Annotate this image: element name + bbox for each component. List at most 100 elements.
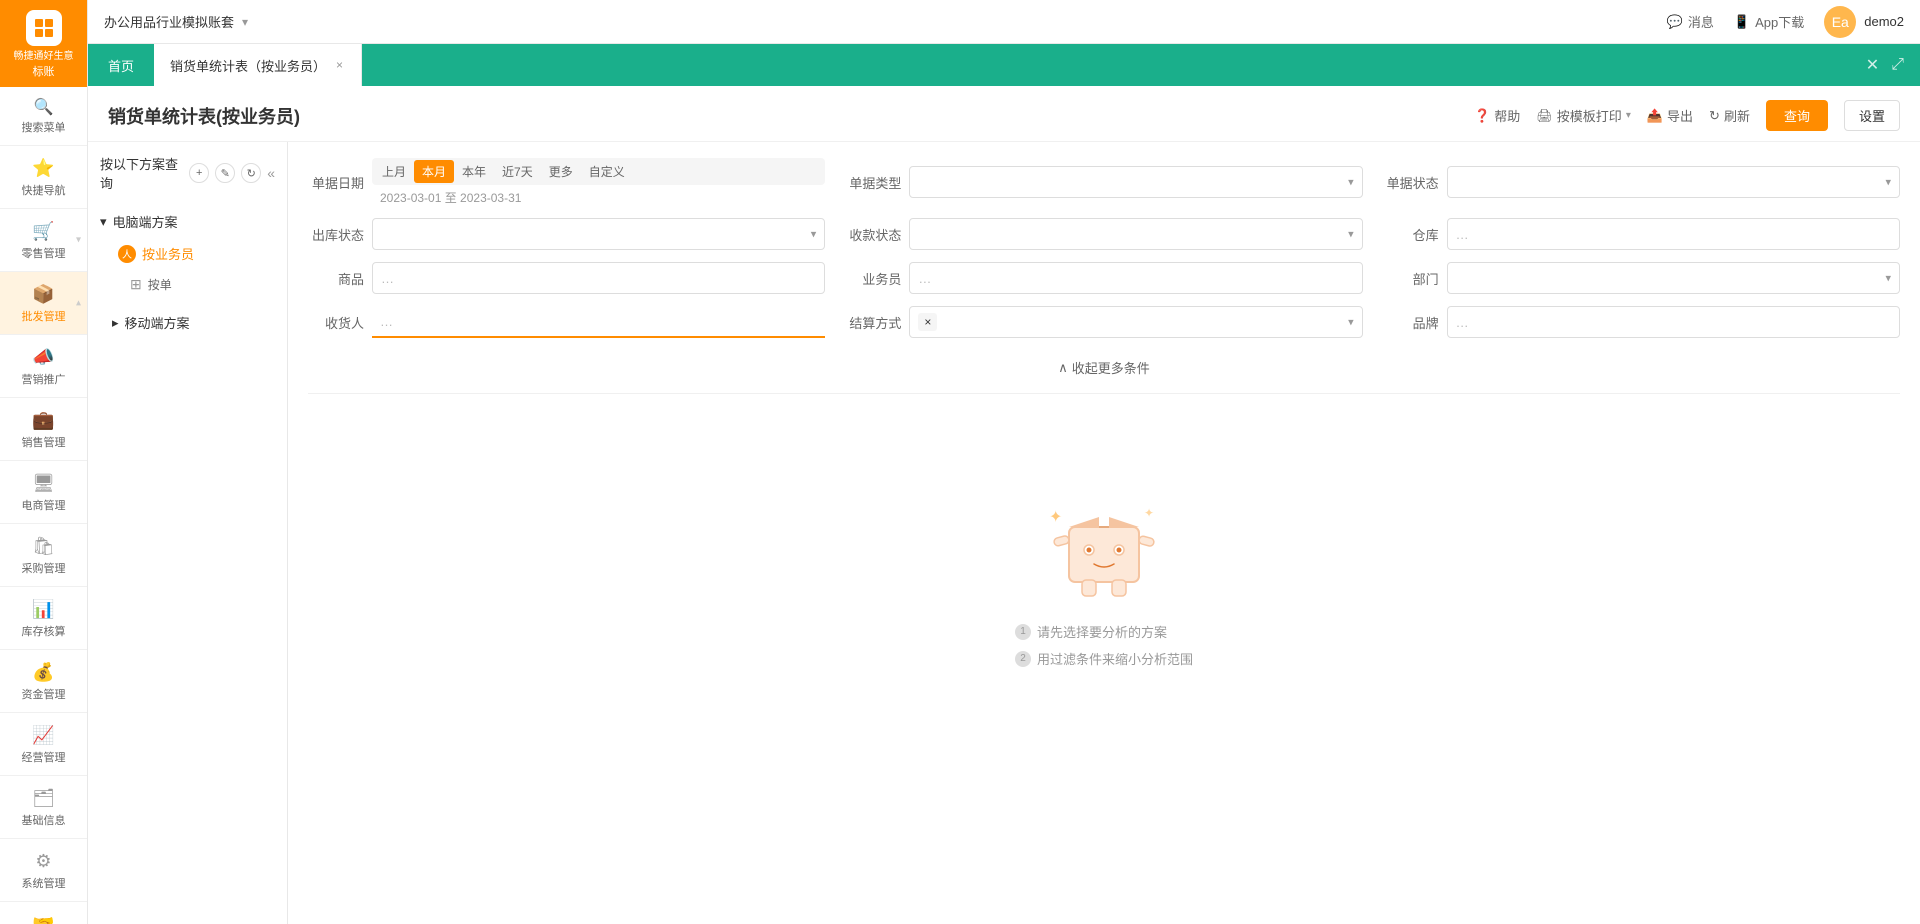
topbar-dropdown-icon[interactable]: ▾ — [242, 15, 248, 29]
sidebar-item-basics[interactable]: 🗂 基础信息 — [0, 776, 87, 839]
sidebar-item-system[interactable]: ⚙ 系统管理 — [0, 839, 87, 902]
filter-row-4: 收货人 … 结算方式 × ▾ — [308, 306, 1900, 338]
basics-icon: 🗂 — [32, 788, 55, 809]
hint-1-text: 请先选择要分析的方案 — [1037, 622, 1167, 641]
help-label: 帮助 — [1494, 106, 1520, 125]
message-btn[interactable]: 💬 消息 — [1667, 12, 1714, 31]
recipient-label: 收货人 — [308, 313, 364, 332]
collapse-more-conditions-btn[interactable]: ∧ 收起更多条件 — [308, 350, 1900, 385]
goods-label: 商品 — [308, 269, 364, 288]
filter-department: 部门 ▾ — [1383, 262, 1900, 294]
page-inner: 销货单统计表(按业务员) ❓ 帮助 🖨 按模板打印 ▾ 📤 导出 — [88, 86, 1920, 924]
app-download-btn[interactable]: 📱 App下载 — [1734, 12, 1804, 31]
retail-icon: 🛒 — [32, 221, 54, 242]
enterprise-icon: 🤝 — [32, 914, 54, 924]
svg-text:✦: ✦ — [1144, 506, 1154, 520]
filter-row-2: 出库状态 ▾ 收款状态 ▾ — [308, 218, 1900, 250]
sidebar-item-enterprise[interactable]: 🤝 企业协同 — [0, 902, 87, 924]
username-label: demo2 — [1864, 14, 1904, 29]
filter-recipient: 收货人 … — [308, 306, 825, 338]
tab-sales-stats[interactable]: 销货单统计表（按业务员） × — [154, 44, 362, 86]
sidebar-item-wholesale[interactable]: 📦 批发管理 ▴ — [0, 272, 87, 335]
sidebar-item-quick-nav[interactable]: ⭐ 快捷导航 — [0, 146, 87, 209]
system-icon: ⚙ — [35, 851, 51, 872]
sidebar: 畅捷通好生意 标账 🔍 搜索菜单 ⭐ 快捷导航 🛒 零售管理 ▾ 📦 批发管理 … — [0, 0, 88, 924]
mobile-scheme-group: ▸ 移动端方案 — [88, 303, 287, 342]
salesperson-label: 业务员 — [845, 269, 901, 288]
scheme-panel-header: 按以下方案查询 + ✎ ↻ « — [88, 154, 287, 202]
out-status-dropdown-icon: ▾ — [811, 228, 817, 241]
date-tab-custom[interactable]: 自定义 — [581, 160, 633, 183]
goods-input[interactable]: … — [372, 262, 825, 294]
date-tab-this-year[interactable]: 本年 — [454, 160, 494, 183]
tab-close-btn[interactable]: × — [334, 56, 345, 74]
app-download-icon: 📱 — [1734, 14, 1750, 30]
template-print-btn[interactable]: 🖨 按模板打印 ▾ — [1536, 106, 1631, 125]
refresh-btn[interactable]: ↻ 刷新 — [1709, 106, 1750, 125]
filter-row-1: 单据日期 上月 本月 本年 近7天 更多 自定义 20 — [308, 158, 1900, 206]
date-tab-this-month[interactable]: 本月 — [414, 160, 454, 183]
sidebar-item-marketing[interactable]: 📣 营销推广 — [0, 335, 87, 398]
sidebar-item-purchase[interactable]: 🛍 采购管理 — [0, 524, 87, 587]
query-btn[interactable]: 查询 — [1766, 100, 1828, 131]
wholesale-arrow-icon: ▴ — [76, 298, 81, 309]
message-icon: 💬 — [1667, 14, 1683, 30]
sidebar-item-retail[interactable]: 🛒 零售管理 ▾ — [0, 209, 87, 272]
mobile-group-title[interactable]: ▸ 移动端方案 — [88, 307, 287, 338]
close-window-btn[interactable]: ✕ — [1866, 55, 1879, 75]
desktop-group-title[interactable]: ▾ 电脑端方案 — [88, 206, 287, 237]
logo-text: 标账 — [33, 63, 55, 79]
quick-nav-label: 快捷导航 — [22, 182, 66, 198]
print-icon: 🖨 — [1536, 108, 1553, 124]
doc-type-input[interactable]: ▾ — [909, 166, 1362, 198]
payment-status-dropdown-icon: ▾ — [1348, 228, 1354, 241]
date-tab-last-month[interactable]: 上月 — [374, 160, 414, 183]
tab-home[interactable]: 首页 — [88, 44, 154, 86]
export-label: 导出 — [1667, 106, 1693, 125]
search-menu-btn[interactable]: 🔍 搜索菜单 — [0, 87, 87, 146]
settlement-label: 结算方式 — [845, 313, 901, 332]
scheme-item-label: 按业务员 — [142, 244, 194, 263]
sidebar-item-inventory[interactable]: 📊 库存核算 — [0, 587, 87, 650]
filter-date: 单据日期 上月 本月 本年 近7天 更多 自定义 20 — [308, 158, 825, 206]
filter-payment-status: 收款状态 ▾ — [845, 218, 1362, 250]
retail-arrow-icon: ▾ — [76, 235, 81, 246]
warehouse-input[interactable]: … — [1447, 218, 1900, 250]
recipient-input[interactable]: … — [372, 306, 825, 338]
operations-icon: 📈 — [32, 725, 54, 746]
page-title: 销货单统计表(按业务员) — [108, 103, 300, 129]
edit-icon: ✎ — [221, 167, 230, 180]
scheme-item-icon: 人 — [118, 245, 136, 263]
filter-doc-status: 单据状态 ▾ — [1383, 158, 1900, 206]
out-status-input[interactable]: ▾ — [372, 218, 825, 250]
scheme-item-by-salesperson[interactable]: 人 按业务员 — [88, 237, 287, 270]
scheme-collapse-btn[interactable]: « — [267, 165, 275, 181]
sidebar-item-finance[interactable]: 💰 资金管理 — [0, 650, 87, 713]
settlement-tag-close[interactable]: × — [924, 315, 931, 329]
topbar-title: 办公用品行业模拟账套 — [104, 12, 234, 31]
scheme-refresh-btn[interactable]: ↻ — [241, 163, 261, 183]
date-tab-7days[interactable]: 近7天 — [494, 160, 541, 183]
scheme-add-btn[interactable]: + — [189, 163, 209, 183]
maximize-window-btn[interactable]: ⤢ — [1891, 56, 1904, 74]
sidebar-item-operations[interactable]: 📈 经营管理 — [0, 713, 87, 776]
help-btn[interactable]: ❓ 帮助 — [1474, 106, 1520, 125]
scheme-sub-item-by-order[interactable]: ⊞ 按单 — [88, 270, 287, 299]
salesperson-input[interactable]: … — [909, 262, 1362, 294]
sidebar-item-sales[interactable]: 💼 销售管理 — [0, 398, 87, 461]
scheme-edit-btn[interactable]: ✎ — [215, 163, 235, 183]
settlement-input[interactable]: × ▾ — [909, 306, 1362, 338]
department-input[interactable]: ▾ — [1447, 262, 1900, 294]
filter-divider — [308, 393, 1900, 394]
sidebar-item-ecommerce[interactable]: 🖥 电商管理 — [0, 461, 87, 524]
settings-btn[interactable]: 设置 — [1844, 100, 1900, 131]
brand-input[interactable]: … — [1447, 306, 1900, 338]
scheme-panel-title: 按以下方案查询 — [100, 154, 189, 192]
mobile-group-arrow-icon: ▸ — [112, 315, 119, 331]
doc-status-label: 单据状态 — [1383, 173, 1439, 192]
user-profile-btn[interactable]: Ea demo2 — [1824, 6, 1904, 38]
export-btn[interactable]: 📤 导出 — [1647, 106, 1693, 125]
doc-status-input[interactable]: ▾ — [1447, 166, 1900, 198]
payment-status-input[interactable]: ▾ — [909, 218, 1362, 250]
date-tab-more[interactable]: 更多 — [541, 160, 581, 183]
